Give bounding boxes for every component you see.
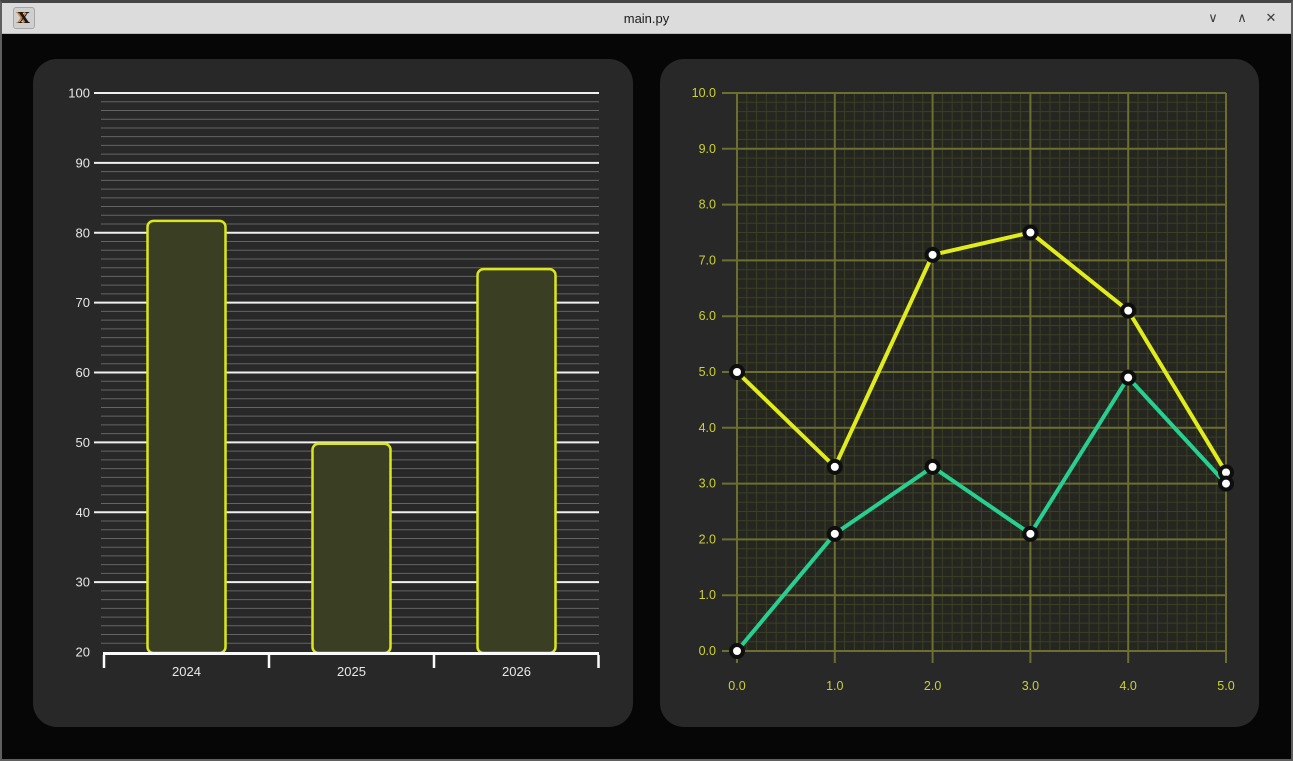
line-chart: 0.0 1.0 2.0 3.0 4.0 5.0 6.0 7.0 8.0 9.0 10.0 0.0 1.0… — [692, 86, 1235, 693]
svg-text:2026: 2026 — [502, 664, 531, 679]
svg-text:3.0: 3.0 — [699, 477, 716, 491]
svg-text:3.0: 3.0 — [1022, 679, 1039, 693]
minimize-button[interactable]: ∨ — [1205, 12, 1221, 25]
svg-text:70: 70 — [76, 295, 90, 310]
svg-text:2024: 2024 — [172, 664, 201, 679]
app-content: 20 30 40 50 60 70 80 90 100 2024 2025 2026 0.0 1.0 2.… — [2, 34, 1291, 759]
app-window: X X main.py ∨ ∧ ✕ 20 30 40 50 60 70 80 90 100 202… — [0, 0, 1293, 761]
svg-text:6.0: 6.0 — [699, 309, 716, 323]
window-controls: ∨ ∧ ✕ — [1205, 3, 1279, 34]
svg-text:1.0: 1.0 — [699, 588, 716, 602]
svg-text:9.0: 9.0 — [699, 142, 716, 156]
line-chart-panel: 0.0 1.0 2.0 3.0 4.0 5.0 6.0 7.0 8.0 9.0 10.0 0.0 1.0… — [660, 59, 1259, 727]
svg-text:30: 30 — [76, 575, 90, 590]
svg-text:4.0: 4.0 — [699, 421, 716, 435]
x11-logo-icon[interactable]: X X — [13, 7, 35, 29]
svg-text:7.0: 7.0 — [699, 253, 716, 267]
svg-text:0.0: 0.0 — [699, 644, 716, 658]
svg-text:90: 90 — [76, 155, 90, 170]
maximize-button[interactable]: ∧ — [1234, 12, 1250, 25]
svg-text:2.0: 2.0 — [924, 679, 941, 693]
bar-chart-panel: 20 30 40 50 60 70 80 90 100 2024 2025 2026 — [33, 59, 633, 727]
svg-text:100: 100 — [68, 86, 90, 101]
window-title: main.py — [623, 10, 670, 26]
svg-text:80: 80 — [76, 225, 90, 240]
close-button[interactable]: ✕ — [1263, 12, 1279, 25]
svg-text:2025: 2025 — [337, 664, 366, 679]
svg-text:50: 50 — [76, 435, 90, 450]
svg-text:20: 20 — [76, 645, 90, 660]
svg-text:1.0: 1.0 — [826, 679, 843, 693]
svg-text:4.0: 4.0 — [1120, 679, 1137, 693]
svg-text:60: 60 — [76, 365, 90, 380]
svg-text:40: 40 — [76, 505, 90, 520]
svg-text:5.0: 5.0 — [1217, 679, 1234, 693]
svg-text:2.0: 2.0 — [699, 532, 716, 546]
svg-text:8.0: 8.0 — [699, 198, 716, 212]
svg-text:0.0: 0.0 — [728, 679, 745, 693]
svg-text:10.0: 10.0 — [692, 86, 716, 100]
bar-chart: 20 30 40 50 60 70 80 90 100 2024 2025 2026 — [68, 86, 600, 679]
svg-text:5.0: 5.0 — [699, 365, 716, 379]
titlebar[interactable]: X X main.py ∨ ∧ ✕ — [2, 3, 1291, 34]
